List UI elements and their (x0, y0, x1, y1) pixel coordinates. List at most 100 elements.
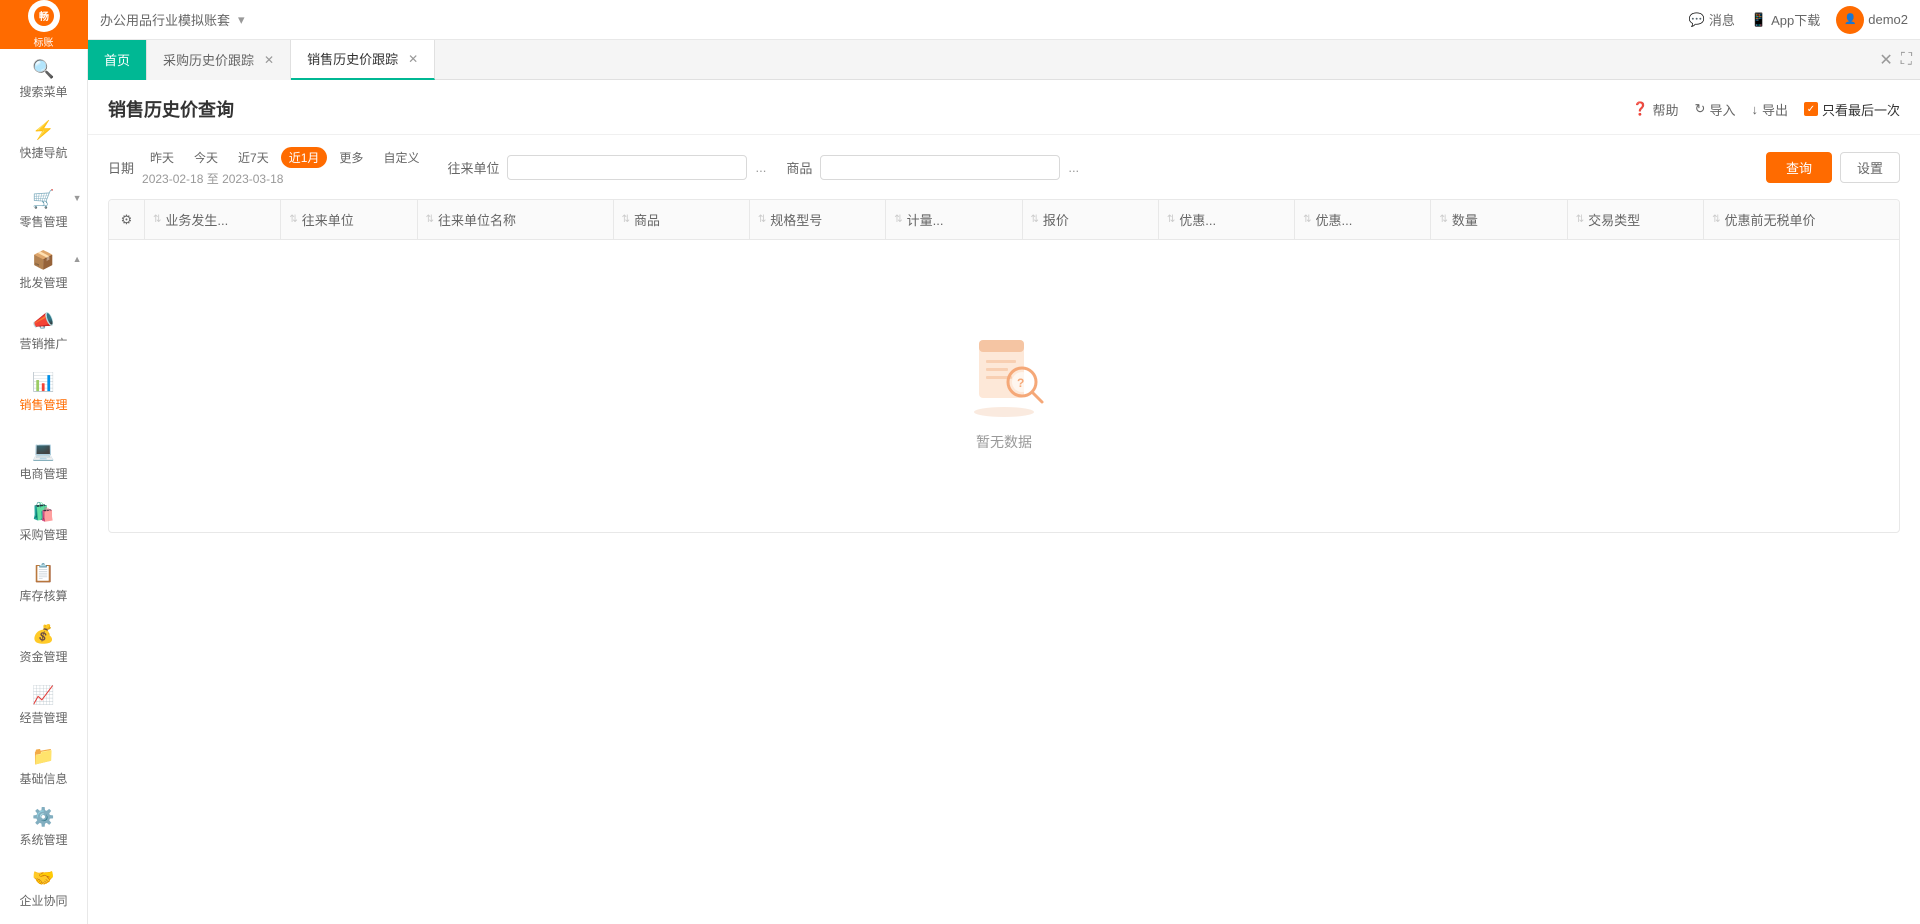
search-icon: 🔍 (32, 59, 54, 80)
th-quantity[interactable]: ⇅ 数量 (1431, 200, 1567, 239)
date-range-display: 2023-02-18 至 2023-03-18 (142, 170, 427, 187)
sidebar-item-shortcuts[interactable]: ⚡ 快捷导航 (0, 110, 88, 171)
settings-button[interactable]: 设置 (1840, 152, 1900, 183)
sidebar-item-search[interactable]: 🔍 搜索菜单 (0, 49, 88, 110)
date-options: 昨天 今天 近7天 近1月 更多 自定义 2023-02-18 至 2023-0… (142, 147, 427, 187)
filter-area: 日期 昨天 今天 近7天 近1月 更多 自定义 2023-02-18 至 202… (88, 135, 1920, 199)
th-trade-type[interactable]: ⇅ 交易类型 (1568, 200, 1704, 239)
th-partner-name[interactable]: ⇅ 往来单位名称 (418, 200, 614, 239)
date-tab-yesterday[interactable]: 昨天 (142, 147, 182, 168)
operations-icon: 📈 (32, 685, 54, 706)
app-download-icon: 📱 (1751, 12, 1767, 28)
date-tab-1month[interactable]: 近1月 (281, 147, 328, 168)
sort-unit-icon: ⇅ (894, 214, 902, 225)
empty-illustration: ? (954, 320, 1054, 420)
page-header-actions: ❓ 帮助 ↻ 导入 ↓ 导出 只看最后一次 (1632, 100, 1900, 119)
sales-mgmt-icon: 📊 (32, 372, 54, 393)
retail-expand-icon: ▼ (73, 193, 82, 203)
th-unit[interactable]: ⇅ 计量... (886, 200, 1022, 239)
retail-icon: 🛒 (32, 189, 54, 210)
ecommerce-icon: 💻 (32, 441, 54, 462)
sidebar-item-purchase[interactable]: 🛍️ 采购管理 (0, 492, 88, 553)
sort-discount1-icon: ⇅ (1167, 214, 1175, 225)
page-header: 销售历史价查询 ❓ 帮助 ↻ 导入 ↓ 导出 只看最后一次 (88, 80, 1920, 135)
th-discount2[interactable]: ⇅ 优惠... (1295, 200, 1431, 239)
tab-purchase-close[interactable]: ✕ (264, 53, 274, 67)
tab-sales-label: 销售历史价跟踪 (307, 49, 398, 68)
sort-price-icon: ⇅ (1031, 214, 1039, 225)
sidebar-item-inventory[interactable]: 📋 库存核算 (0, 553, 88, 614)
th-product[interactable]: ⇅ 商品 (614, 200, 750, 239)
message-action[interactable]: 💬 消息 (1689, 10, 1735, 29)
topbar-dropdown-icon[interactable]: ▾ (238, 12, 245, 28)
app-download-action[interactable]: 📱 App下载 (1751, 10, 1820, 29)
th-partner-code[interactable]: ⇅ 往来单位 (281, 200, 417, 239)
only-last-checkbox[interactable]: 只看最后一次 (1804, 100, 1900, 119)
tab-purchase[interactable]: 采购历史价跟踪 ✕ (147, 40, 291, 80)
th-business-date[interactable]: ⇅ 业务发生... (145, 200, 281, 239)
maximize-button[interactable]: ⛶ (1901, 51, 1912, 69)
wholesale-icon: 📦 (32, 250, 54, 271)
wholesale-expand-icon: ▲ (73, 254, 82, 264)
sidebar-item-ecommerce[interactable]: 💻 电商管理 (0, 431, 88, 492)
sidebar-item-wholesale[interactable]: 📦 批发管理 ▲ (0, 240, 88, 301)
sort-discount2-icon: ⇅ (1303, 214, 1311, 225)
purchase-icon: 🛍️ (32, 502, 54, 523)
app-logo[interactable]: 畅 标账 (0, 0, 88, 49)
user-action[interactable]: 👤 demo2 (1836, 6, 1908, 34)
shortcuts-icon: ⚡ (32, 120, 54, 141)
export-action[interactable]: ↓ 导出 (1751, 100, 1788, 119)
system-icon: ⚙️ (32, 807, 54, 828)
export-icon: ↓ (1751, 102, 1758, 117)
help-action[interactable]: ❓ 帮助 (1632, 100, 1678, 119)
sort-partner-icon: ⇅ (289, 214, 297, 225)
sort-spec-icon: ⇅ (758, 214, 766, 225)
sidebar-item-marketing[interactable]: 📣 营销推广 (0, 301, 88, 362)
avatar: 👤 (1836, 6, 1864, 34)
enterprise-icon: 🤝 (32, 868, 54, 889)
svg-text:畅: 畅 (39, 10, 49, 23)
topbar-actions: 💬 消息 📱 App下载 👤 demo2 (1689, 6, 1908, 34)
th-pretax-price[interactable]: ⇅ 优惠前无税单价 (1704, 200, 1899, 239)
th-settings[interactable]: ⚙ (109, 200, 145, 239)
date-tab-today[interactable]: 今天 (186, 147, 226, 168)
th-spec[interactable]: ⇅ 规格型号 (750, 200, 886, 239)
sort-trade-type-icon: ⇅ (1576, 214, 1584, 225)
date-tab-7days[interactable]: 近7天 (230, 147, 277, 168)
sort-pretax-icon: ⇅ (1712, 214, 1720, 225)
product-filter-group: 商品 ... (786, 155, 1079, 180)
close-tab-button[interactable]: ✕ (1879, 50, 1892, 70)
tab-home[interactable]: 首页 (88, 40, 147, 80)
tab-sales[interactable]: 销售历史价跟踪 ✕ (291, 40, 435, 80)
topbar-left: 办公用品行业模拟账套 ▾ (100, 10, 1689, 29)
message-icon: 💬 (1689, 12, 1705, 28)
checkbox-checked-icon (1804, 102, 1818, 116)
sidebar-item-basic[interactable]: 📁 基础信息 (0, 736, 88, 797)
sidebar-item-enterprise[interactable]: 🤝 企业协同 (0, 858, 88, 919)
sidebar-item-guide[interactable]: 🎯 新手引导 (0, 919, 88, 924)
tab-sales-close[interactable]: ✕ (408, 52, 418, 66)
marketing-icon: 📣 (32, 311, 54, 332)
date-tab-custom[interactable]: 自定义 (375, 147, 427, 168)
date-tab-more[interactable]: 更多 (331, 147, 371, 168)
partner-filter-label: 往来单位 (447, 158, 499, 177)
th-price[interactable]: ⇅ 报价 (1023, 200, 1159, 239)
sidebar-item-sales-mgmt[interactable]: 📊 销售管理 (0, 362, 88, 423)
filter-actions: 查询 设置 (1766, 152, 1900, 183)
tab-bar: 首页 采购历史价跟踪 ✕ 销售历史价跟踪 ✕ ✕ ⛶ (88, 40, 1920, 80)
sidebar: 畅 标账 🔍 搜索菜单 ⚡ 快捷导航 🛒 零售管理 ▼ 📦 批发管理 ▲ 📣 营… (0, 0, 88, 924)
partner-input[interactable] (507, 155, 747, 180)
date-tabs: 昨天 今天 近7天 近1月 更多 自定义 (142, 147, 427, 168)
th-discount1[interactable]: ⇅ 优惠... (1159, 200, 1295, 239)
partner-input-dots: ... (755, 160, 766, 175)
svg-text:?: ? (1017, 376, 1024, 390)
sidebar-item-system[interactable]: ⚙️ 系统管理 (0, 797, 88, 858)
query-button[interactable]: 查询 (1766, 152, 1832, 183)
sidebar-item-operations[interactable]: 📈 经营管理 (0, 675, 88, 736)
sidebar-item-retail[interactable]: 🛒 零售管理 ▼ (0, 179, 88, 240)
tab-purchase-label: 采购历史价跟踪 (163, 50, 254, 69)
sidebar-item-finance[interactable]: 💰 资金管理 (0, 614, 88, 675)
product-input[interactable] (820, 155, 1060, 180)
topbar: 办公用品行业模拟账套 ▾ 💬 消息 📱 App下载 👤 demo2 (88, 0, 1920, 40)
import-action[interactable]: ↻ 导入 (1695, 100, 1736, 119)
